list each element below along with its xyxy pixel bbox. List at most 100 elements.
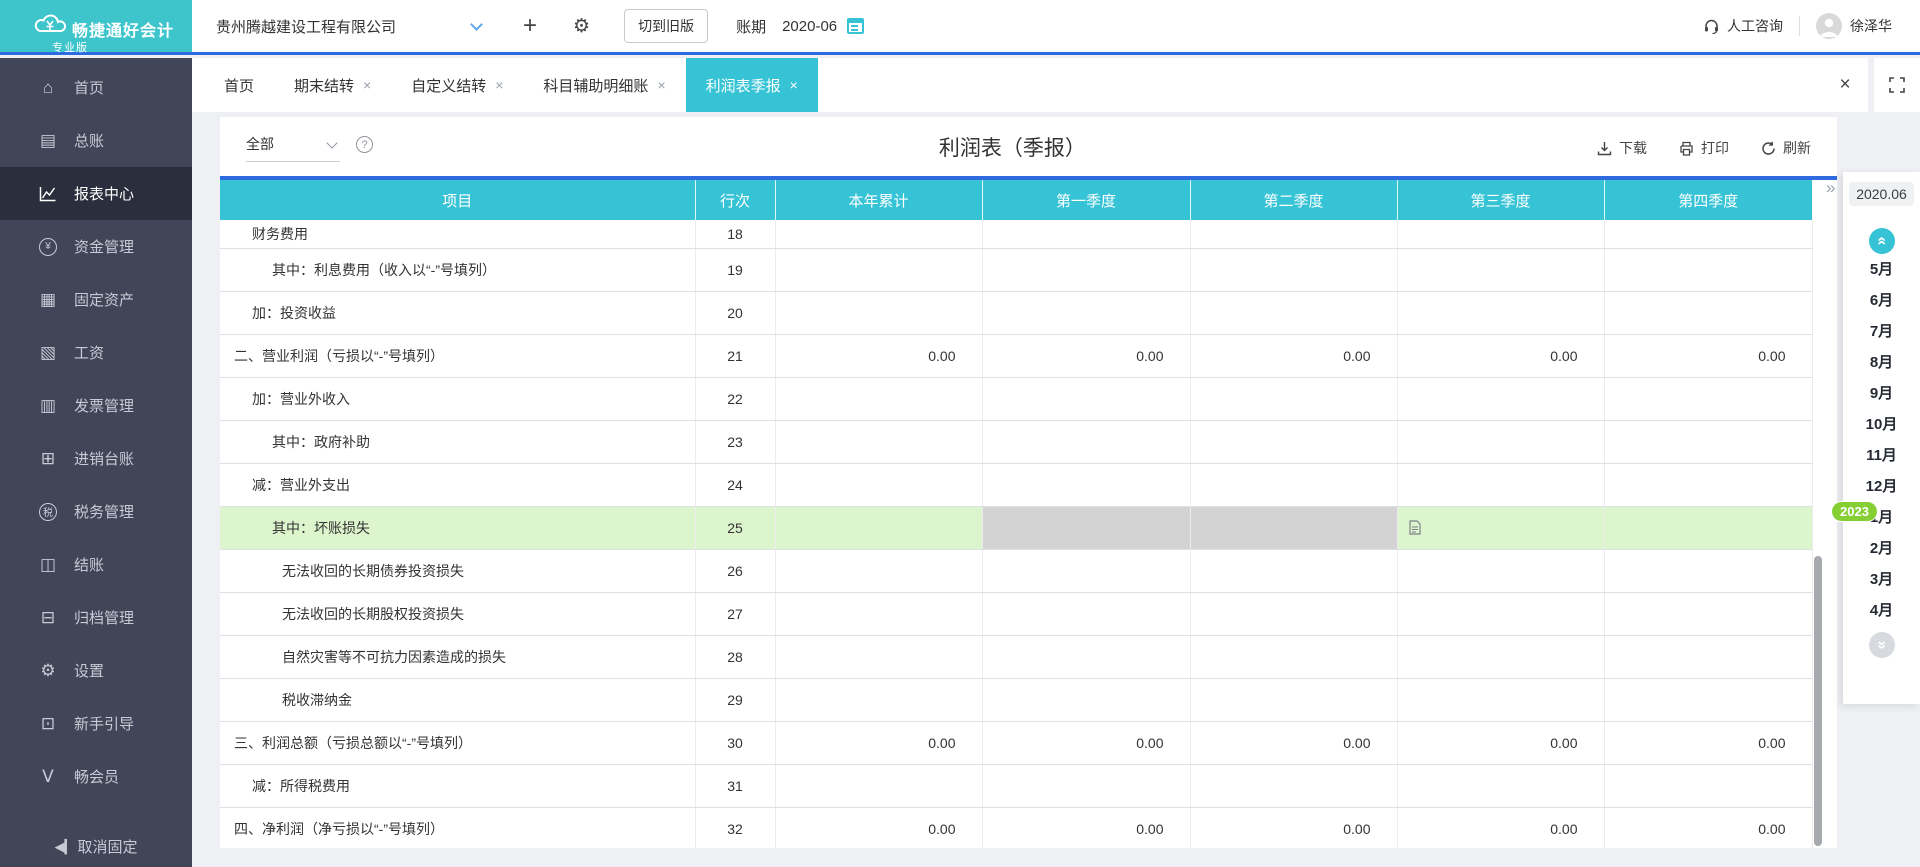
month-item-9月[interactable]: 9月: [1870, 378, 1893, 409]
month-item-12月[interactable]: 12月: [1866, 471, 1898, 502]
cell-value[interactable]: 0.00: [1604, 721, 1813, 765]
table-row-29[interactable]: 税收滞纳金 29: [220, 678, 1813, 722]
gear-icon[interactable]: ⚙: [573, 15, 590, 38]
tab-close-icon[interactable]: ×: [495, 77, 503, 93]
support-link[interactable]: 人工咨询: [1703, 16, 1783, 36]
cell-value[interactable]: [982, 291, 1191, 335]
cell-value[interactable]: 0.00: [1190, 721, 1398, 765]
tab-科目辅助明细账[interactable]: 科目辅助明细账 ×: [523, 58, 685, 112]
cell-value[interactable]: 0.00: [982, 721, 1191, 765]
month-item-5月[interactable]: 5月: [1870, 254, 1893, 285]
print-button[interactable]: 打印: [1679, 138, 1729, 158]
cell-value[interactable]: [775, 248, 983, 292]
month-item-7月[interactable]: 7月: [1870, 316, 1893, 347]
cell-value[interactable]: [1190, 377, 1398, 421]
cell-value[interactable]: 0.00: [775, 807, 983, 848]
add-button[interactable]: +: [523, 14, 537, 38]
sidebar-item-archive[interactable]: ⊟ 归档管理: [0, 591, 192, 644]
cell-value[interactable]: [1397, 420, 1605, 464]
table-row-28[interactable]: 自然灾害等不可抗力因素造成的损失 28: [220, 635, 1813, 679]
switch-old-version-button[interactable]: 切到旧版: [624, 9, 709, 43]
cell-value[interactable]: [1397, 463, 1605, 507]
cell-value[interactable]: [1190, 420, 1398, 464]
sidebar-item-ledger[interactable]: ▤ 总账: [0, 114, 192, 167]
table-row-30[interactable]: 三、利润总额（亏损总额以“-”号填列） 30 0.00 0.00 0.00 0.00 0.0…: [220, 721, 1813, 765]
cell-value[interactable]: [1190, 635, 1398, 679]
calendar-icon[interactable]: [847, 18, 865, 34]
month-item-4月[interactable]: 4月: [1870, 595, 1893, 626]
cell-value[interactable]: [1190, 764, 1398, 808]
cell-value[interactable]: [1604, 506, 1813, 550]
cell-value[interactable]: [775, 592, 983, 636]
cell-value[interactable]: [982, 220, 1191, 249]
cell-value[interactable]: [982, 549, 1191, 593]
cell-value[interactable]: [775, 678, 983, 722]
attachment-doc-icon[interactable]: [1408, 519, 1421, 538]
cell-value[interactable]: [1604, 377, 1813, 421]
sidebar-item-salary[interactable]: ▧ 工资: [0, 326, 192, 379]
username[interactable]: 徐泽华: [1850, 16, 1892, 36]
cell-value[interactable]: 0.00: [1190, 807, 1398, 848]
month-item-3月[interactable]: 3月: [1870, 564, 1893, 595]
sidebar-item-purchase-sales[interactable]: ⊞ 进销台账: [0, 432, 192, 485]
table-row-21[interactable]: 二、营业利润（亏损以“-”号填列） 21 0.00 0.00 0.00 0.00 0.00: [220, 334, 1813, 378]
refresh-button[interactable]: 刷新: [1761, 138, 1811, 158]
scope-select[interactable]: 全部: [246, 134, 340, 162]
cell-value[interactable]: [982, 377, 1191, 421]
close-icon[interactable]: ×: [1822, 58, 1868, 112]
cell-value[interactable]: [982, 248, 1191, 292]
cell-value[interactable]: 0.00: [775, 721, 983, 765]
cell-value[interactable]: 0.00: [1397, 807, 1605, 848]
table-row-19[interactable]: 其中：利息费用（收入以“-”号填列） 19: [220, 248, 1813, 292]
cell-value[interactable]: [1397, 377, 1605, 421]
sidebar-item-closing[interactable]: ◫ 结账: [0, 538, 192, 591]
cell-value[interactable]: [1190, 291, 1398, 335]
cell-value[interactable]: [1604, 248, 1813, 292]
cell-value[interactable]: [775, 549, 983, 593]
collapse-panel-icon[interactable]: »: [1826, 178, 1835, 198]
scroll-months-down-button[interactable]: »: [1868, 632, 1895, 658]
cell-value[interactable]: [1190, 220, 1398, 249]
month-item-8月[interactable]: 8月: [1870, 347, 1893, 378]
tab-自定义结转[interactable]: 自定义结转 ×: [391, 58, 523, 112]
sidebar-item-tax[interactable]: 税税务管理: [0, 485, 192, 538]
cell-value[interactable]: [1604, 635, 1813, 679]
cell-value[interactable]: [1397, 592, 1605, 636]
cell-value[interactable]: [775, 463, 983, 507]
month-item-6月[interactable]: 6月: [1870, 285, 1893, 316]
cell-value[interactable]: [1604, 592, 1813, 636]
sidebar-item-fixed-assets[interactable]: ▦ 固定资产: [0, 273, 192, 326]
cell-value[interactable]: [1397, 635, 1605, 679]
cell-value[interactable]: [1604, 764, 1813, 808]
period-value[interactable]: 2020-06: [782, 18, 837, 35]
cell-value[interactable]: [775, 220, 983, 249]
sidebar-item-invoice[interactable]: ▥ 发票管理: [0, 379, 192, 432]
month-item-2月[interactable]: 2月: [1870, 533, 1893, 564]
table-row-23[interactable]: 其中：政府补助 23: [220, 420, 1813, 464]
cell-value[interactable]: [1604, 549, 1813, 593]
cell-value[interactable]: 0.00: [1604, 334, 1813, 378]
sidebar-item-home[interactable]: ⌂ 首页: [0, 61, 192, 114]
cell-value[interactable]: [775, 506, 983, 550]
month-item-10月[interactable]: 10月: [1866, 409, 1898, 440]
company-chevron-down-icon[interactable]: [470, 17, 483, 31]
cell-value[interactable]: 0.00: [982, 807, 1191, 848]
table-row-18[interactable]: 财务费用 18: [220, 220, 1813, 249]
tab-close-icon[interactable]: ×: [790, 77, 798, 93]
cell-value[interactable]: [1397, 291, 1605, 335]
cell-value[interactable]: [775, 377, 983, 421]
avatar[interactable]: [1816, 13, 1842, 39]
cell-value[interactable]: [982, 463, 1191, 507]
tab-close-icon[interactable]: ×: [657, 77, 665, 93]
cell-value[interactable]: [982, 678, 1191, 722]
cell-value[interactable]: [982, 592, 1191, 636]
cell-value[interactable]: [775, 635, 983, 679]
vertical-scrollbar[interactable]: [1814, 556, 1822, 846]
table-row-27[interactable]: 无法收回的长期股权投资损失 27: [220, 592, 1813, 636]
cell-value[interactable]: [1397, 549, 1605, 593]
cell-value[interactable]: [775, 291, 983, 335]
sidebar-item-settings[interactable]: ⚙ 设置: [0, 644, 192, 697]
cell-value[interactable]: [982, 635, 1191, 679]
cell-value[interactable]: 0.00: [1397, 721, 1605, 765]
cell-value[interactable]: [1604, 678, 1813, 722]
